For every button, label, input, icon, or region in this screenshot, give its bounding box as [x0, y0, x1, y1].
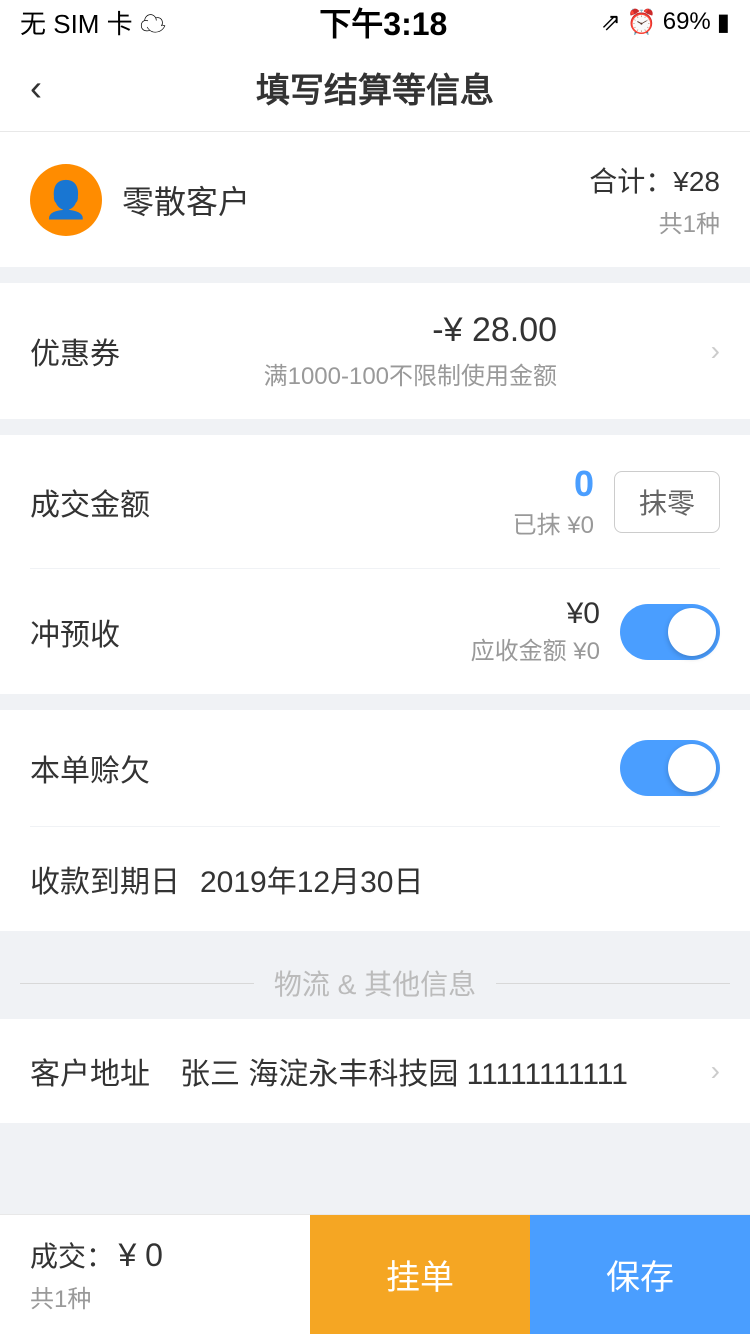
sim-label: 无 SIM 卡 ☁	[20, 4, 166, 41]
bottom-summary: 成交： ¥ 0 共1种	[0, 1235, 310, 1314]
debt-row: 本单赊欠	[0, 710, 750, 826]
bottom-summary-amount: ¥ 0	[118, 1237, 162, 1273]
section-line-left	[20, 983, 254, 984]
address-arrow-icon: ›	[711, 1055, 720, 1087]
transaction-sub: 已抹 ¥0	[513, 505, 594, 540]
bottom-summary-label: 成交：	[30, 1241, 114, 1272]
prepay-sub: 应收金额 ¥0	[471, 631, 600, 666]
content: 👤 零散客户 合计：¥28 共1种 优惠券 -¥ 28.00 满1000-100…	[0, 132, 750, 1299]
address-right: ›	[701, 1055, 720, 1087]
coupon-arrow-icon: ›	[711, 335, 720, 367]
transaction-row: 成交金额 0 已抹 ¥0 抹零	[0, 435, 750, 568]
due-value: 2019年12月30日	[200, 857, 423, 901]
status-bar: 无 SIM 卡 ☁ 下午3:18 ⇗ ⏰ 69% ▮	[0, 0, 750, 44]
debt-toggle-knob	[668, 744, 716, 792]
coupon-right: -¥ 28.00 满1000-100不限制使用金额	[264, 311, 557, 391]
section-divider-text: 物流 & 其他信息	[274, 963, 476, 1003]
total-count: 共1种	[589, 204, 720, 239]
coupon-subtext: 满1000-100不限制使用金额	[264, 356, 557, 391]
toggle-knob	[668, 608, 716, 656]
address-value: 张三 海淀永丰科技园 11111111111	[180, 1049, 701, 1093]
battery-label: 69%	[663, 8, 711, 36]
coupon-discount: -¥ 28.00	[432, 311, 557, 350]
section-line-right	[496, 983, 730, 984]
prepay-toggle[interactable]	[620, 604, 720, 660]
customer-left: 👤 零散客户	[30, 164, 250, 236]
debt-card: 本单赊欠 收款到期日 2019年12月30日	[0, 710, 750, 931]
coupon-label: 优惠券	[30, 329, 120, 373]
status-left: 无 SIM 卡 ☁	[20, 4, 166, 41]
total-amount: 合计：¥28	[589, 160, 720, 200]
address-card[interactable]: 客户地址 张三 海淀永丰科技园 11111111111 ›	[0, 1019, 750, 1123]
bottom-bar: 成交： ¥ 0 共1种 挂单 保存	[0, 1214, 750, 1334]
customer-right: 合计：¥28 共1种	[589, 160, 720, 239]
customer-card: 👤 零散客户 合计：¥28 共1种	[0, 132, 750, 267]
bottom-summary-count: 共1种	[30, 1279, 280, 1314]
back-button[interactable]: ‹	[30, 67, 42, 109]
prepay-right: ¥0 应收金额 ¥0	[471, 597, 720, 666]
prepay-amounts: ¥0 应收金额 ¥0	[471, 597, 600, 666]
status-right: ⇗ ⏰ 69% ▮	[601, 8, 730, 37]
page-title: 填写结算等信息	[256, 63, 494, 112]
address-label: 客户地址	[30, 1049, 150, 1093]
prepay-row: 冲预收 ¥0 应收金额 ¥0	[0, 569, 750, 694]
save-button[interactable]: 保存	[530, 1215, 750, 1334]
amount-col: 0 已抹 ¥0	[513, 463, 594, 540]
logistics-section-divider: 物流 & 其他信息	[0, 947, 750, 1019]
debt-toggle[interactable]	[620, 740, 720, 796]
prepay-amount: ¥0	[567, 597, 600, 631]
customer-row: 👤 零散客户 合计：¥28 共1种	[0, 132, 750, 267]
nav-bar: ‹ 填写结算等信息	[0, 44, 750, 132]
battery-icon: ▮	[717, 8, 730, 37]
transaction-value: 0	[574, 463, 594, 505]
coupon-card[interactable]: 优惠券 -¥ 28.00 满1000-100不限制使用金额 ›	[0, 283, 750, 419]
due-label: 收款到期日	[30, 857, 180, 901]
alarm-icon: ⏰	[627, 8, 657, 37]
status-time: 下午3:18	[319, 0, 447, 45]
avatar: 👤	[30, 164, 102, 236]
transaction-label: 成交金额	[30, 480, 150, 524]
hang-button[interactable]: 挂单	[310, 1215, 530, 1334]
debt-label: 本单赊欠	[30, 746, 150, 790]
transaction-right: 0 已抹 ¥0 抹零	[513, 463, 720, 540]
bottom-label-row: 成交： ¥ 0	[30, 1235, 280, 1275]
address-row[interactable]: 客户地址 张三 海淀永丰科技园 11111111111 ›	[0, 1019, 750, 1123]
round-button[interactable]: 抹零	[614, 471, 720, 533]
location-icon: ⇗	[601, 8, 621, 37]
transaction-prepay-card: 成交金额 0 已抹 ¥0 抹零 冲预收 ¥0 应收金额 ¥0	[0, 435, 750, 694]
coupon-row[interactable]: 优惠券 -¥ 28.00 满1000-100不限制使用金额 ›	[0, 283, 750, 419]
prepay-label: 冲预收	[30, 610, 120, 654]
due-row: 收款到期日 2019年12月30日	[0, 827, 750, 931]
customer-name: 零散客户	[122, 177, 250, 223]
